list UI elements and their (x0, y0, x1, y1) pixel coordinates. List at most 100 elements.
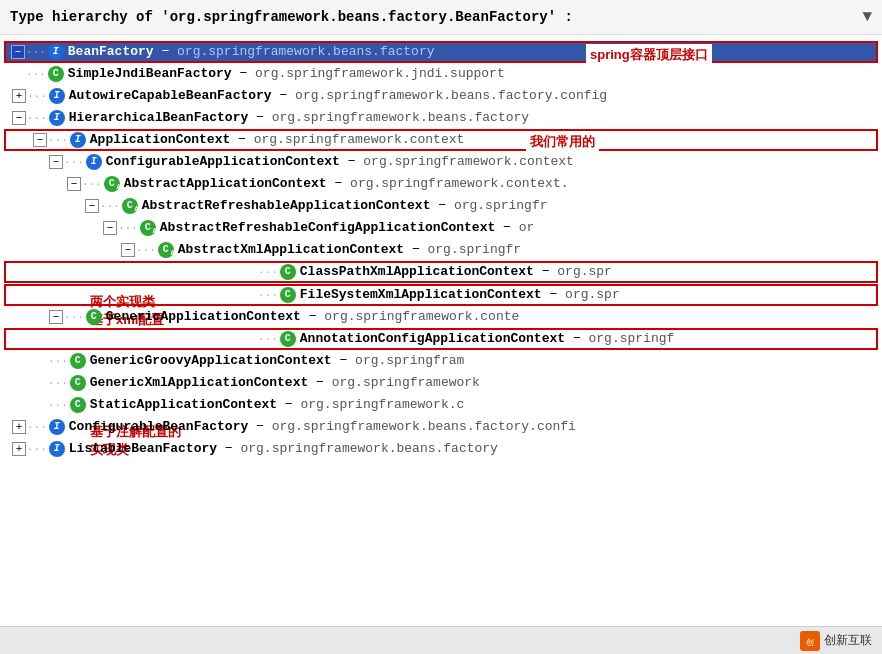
package-name: org.springframework.conte (324, 309, 519, 324)
node-text: HierarchicalBeanFactory − org.springfram… (69, 107, 529, 129)
node-text: AbstractApplicationContext − org.springf… (124, 173, 569, 195)
separator: − (542, 264, 558, 279)
class-name: ConfigurableBeanFactory (69, 419, 248, 434)
package-name: org.spr (565, 287, 620, 302)
separator: − (412, 242, 428, 257)
separator: − (316, 375, 332, 390)
node-text: AbstractRefreshableConfigApplicationCont… (160, 217, 535, 239)
tree-row: − ··· C GenericApplicationContext − org.… (4, 306, 878, 328)
tree-row: ··· C FileSystemXmlApplicationContext − … (4, 284, 878, 306)
separator: − (256, 419, 272, 434)
expand-icon[interactable]: − (11, 45, 25, 59)
expand-icon[interactable]: − (49, 155, 63, 169)
connector: ··· (27, 438, 47, 460)
package-name: org.spr (557, 264, 612, 279)
class-icon: C (280, 287, 296, 303)
expand-icon[interactable]: − (121, 243, 135, 257)
svg-text:创: 创 (806, 638, 814, 647)
package-name: org.springframework.jndi.support (255, 66, 505, 81)
package-name: org.springframework.beans.factory.confi (272, 419, 576, 434)
class-name: ClassPathXmlApplicationContext (300, 264, 534, 279)
separator: − (503, 220, 519, 235)
class-name: AbstractRefreshableApplicationContext (142, 198, 431, 213)
class-name: FileSystemXmlApplicationContext (300, 287, 542, 302)
class-name: ApplicationContext (90, 132, 230, 147)
interface-icon: I (48, 44, 64, 60)
connector: ··· (82, 173, 102, 195)
class-icon: C (280, 331, 296, 347)
tree-row: − ··· CA AbstractRefreshableConfigApplic… (4, 217, 878, 239)
node-text: GenericApplicationContext − org.springfr… (106, 306, 520, 328)
expand-icon[interactable]: + (12, 89, 26, 103)
tree-container: − ··· I BeanFactory − org.springframewor… (0, 35, 882, 621)
connector: ··· (64, 151, 84, 173)
separator: − (285, 397, 301, 412)
connector: ··· (64, 306, 84, 328)
header-title: Type hierarchy of 'org.springframework.b… (10, 9, 854, 25)
header: Type hierarchy of 'org.springframework.b… (0, 0, 882, 35)
node-text: GenericXmlApplicationContext − org.sprin… (90, 372, 480, 394)
class-name: GenericApplicationContext (106, 309, 301, 324)
expand-icon[interactable]: − (85, 199, 99, 213)
package-name: org.springframework.context. (350, 176, 568, 191)
tree-row: − ··· I ApplicationContext − org.springf… (4, 129, 878, 151)
separator: − (339, 353, 355, 368)
interface-icon: I (49, 419, 65, 435)
connector: ··· (118, 217, 138, 239)
tree-row: + ··· I ConfigurableBeanFactory − org.sp… (4, 416, 878, 438)
tree-row: + ··· I ListableBeanFactory − org.spring… (4, 438, 878, 460)
separator: − (348, 154, 364, 169)
connector: ··· (27, 416, 47, 438)
expand-icon[interactable]: − (49, 310, 63, 324)
separator: − (238, 132, 254, 147)
tree-row: − ··· I HierarchicalBeanFactory − org.sp… (4, 107, 878, 129)
connector: ··· (26, 41, 46, 63)
node-text: ConfigurableApplicationContext − org.spr… (106, 151, 574, 173)
node-text: AnnotationConfigApplicationContext − org… (300, 328, 675, 350)
class-name: StaticApplicationContext (90, 397, 277, 412)
expand-icon[interactable]: − (103, 221, 117, 235)
class-name: GenericXmlApplicationContext (90, 375, 308, 390)
tree-row: − ··· CA AbstractXmlApplicationContext −… (4, 239, 878, 261)
separator: − (279, 88, 295, 103)
connector: ··· (27, 107, 47, 129)
package-name: org.springframework (332, 375, 480, 390)
expand-icon[interactable]: − (12, 111, 26, 125)
class-name: AutowireCapableBeanFactory (69, 88, 272, 103)
interface-icon: I (49, 441, 65, 457)
connector: ··· (48, 350, 68, 372)
expand-icon[interactable]: − (67, 177, 81, 191)
connector: ··· (258, 284, 278, 306)
connector: ··· (258, 328, 278, 350)
package-name: org.springfr (454, 198, 548, 213)
expand-icon[interactable]: + (12, 420, 26, 434)
tree-row: − ··· I BeanFactory − org.springframewor… (4, 41, 878, 63)
interface-icon: I (86, 154, 102, 170)
class-icon: CA (140, 220, 156, 236)
tree-row: + ··· I AutowireCapableBeanFactory − org… (4, 85, 878, 107)
class-icon: C (280, 264, 296, 280)
expand-icon[interactable]: − (33, 133, 47, 147)
class-name: AbstractXmlApplicationContext (178, 242, 404, 257)
package-name: org.springf (588, 331, 674, 346)
header-title-prefix: Type hierarchy of (10, 9, 161, 25)
connector: ··· (26, 63, 46, 85)
node-text: AbstractRefreshableApplicationContext − … (142, 195, 548, 217)
class-name: AnnotationConfigApplicationContext (300, 331, 565, 346)
package-name: org.springframework.beans.factory.config (295, 88, 607, 103)
separator: − (256, 110, 272, 125)
class-name: HierarchicalBeanFactory (69, 110, 248, 125)
expand-icon[interactable]: + (12, 442, 26, 456)
collapse-arrow-icon[interactable]: ▼ (862, 8, 872, 26)
node-text: StaticApplicationContext − org.springfra… (90, 394, 464, 416)
header-title-path: 'org.springframework.beans.factory.BeanF… (161, 9, 556, 25)
watermark-text: 创新互联 (824, 632, 872, 649)
tree-row: − ··· I ConfigurableApplicationContext −… (4, 151, 878, 173)
node-text: FileSystemXmlApplicationContext − org.sp… (300, 284, 620, 306)
connector: ··· (258, 261, 278, 283)
separator: − (309, 309, 325, 324)
tree-row: ··· C SimpleJndiBeanFactory − org.spring… (4, 63, 878, 85)
tree-row: − ··· CA AbstractRefreshableApplicationC… (4, 195, 878, 217)
header-title-suffix: : (565, 9, 573, 25)
package-name: org.springfram (355, 353, 464, 368)
